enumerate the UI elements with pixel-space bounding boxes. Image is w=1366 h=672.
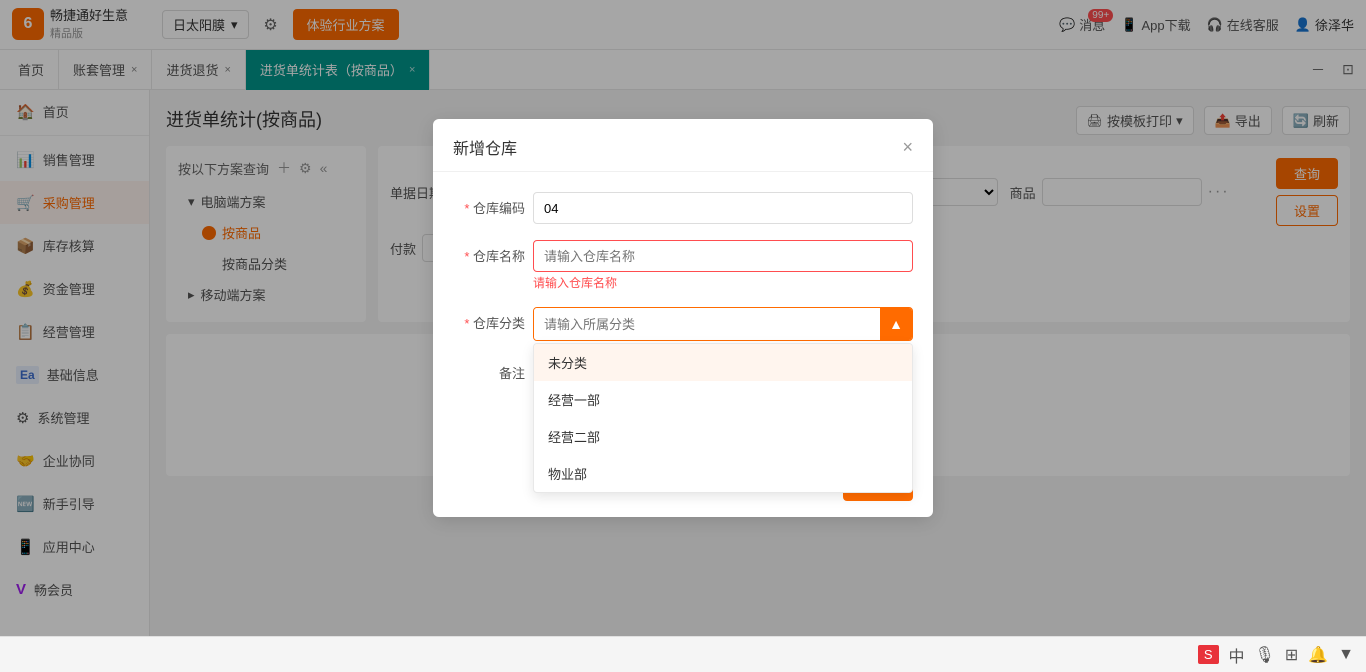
- category-toggle-icon[interactable]: ▲: [880, 308, 912, 340]
- name-label: 仓库名称: [453, 240, 533, 265]
- category-input[interactable]: [534, 308, 880, 340]
- modal-add-warehouse: 新增仓库 × 仓库编码 仓库名称 请输入仓库名称 仓库分类: [433, 119, 933, 517]
- code-row: 仓库编码: [453, 192, 913, 224]
- bottom-icon-arrow[interactable]: ▼: [1338, 646, 1354, 664]
- category-control: ▲ 未分类 经营一部 经营二部 物业部: [533, 307, 913, 341]
- bottom-icon-s: S: [1198, 645, 1219, 664]
- bottom-bar: S 中 🎙 ⊞ 🔔 ▼: [0, 636, 1366, 672]
- category-dropdown: 未分类 经营一部 经营二部 物业部: [533, 343, 913, 493]
- remark-label: 备注: [453, 357, 533, 382]
- name-row: 仓库名称 请输入仓库名称: [453, 240, 913, 291]
- modal-title: 新增仓库: [453, 135, 517, 159]
- dropdown-item-3[interactable]: 物业部: [534, 455, 912, 492]
- category-row: 仓库分类 ▲ 未分类 经营一部 经营二部 物业部: [453, 307, 913, 341]
- name-control: 请输入仓库名称: [533, 240, 913, 291]
- name-input[interactable]: [533, 240, 913, 272]
- name-error-msg: 请输入仓库名称: [533, 274, 913, 291]
- code-input[interactable]: [533, 192, 913, 224]
- modal-close-icon[interactable]: ×: [902, 138, 913, 156]
- dropdown-item-1[interactable]: 经营一部: [534, 381, 912, 418]
- category-label: 仓库分类: [453, 307, 533, 332]
- bottom-icon-mic[interactable]: 🎙: [1255, 645, 1275, 665]
- bottom-icon-bell[interactable]: 🔔: [1308, 645, 1328, 665]
- bottom-icon-grid[interactable]: ⊞: [1285, 645, 1298, 665]
- category-input-row: ▲: [533, 307, 913, 341]
- dropdown-item-0[interactable]: 未分类: [534, 344, 912, 381]
- code-control: [533, 192, 913, 224]
- modal-body: 仓库编码 仓库名称 请输入仓库名称 仓库分类 ▲: [433, 172, 933, 456]
- dropdown-item-2[interactable]: 经营二部: [534, 418, 912, 455]
- modal-backdrop[interactable]: 新增仓库 × 仓库编码 仓库名称 请输入仓库名称 仓库分类: [0, 0, 1366, 636]
- code-label: 仓库编码: [453, 192, 533, 217]
- modal-header: 新增仓库 ×: [433, 119, 933, 172]
- bottom-icon-zh[interactable]: 中: [1229, 643, 1245, 667]
